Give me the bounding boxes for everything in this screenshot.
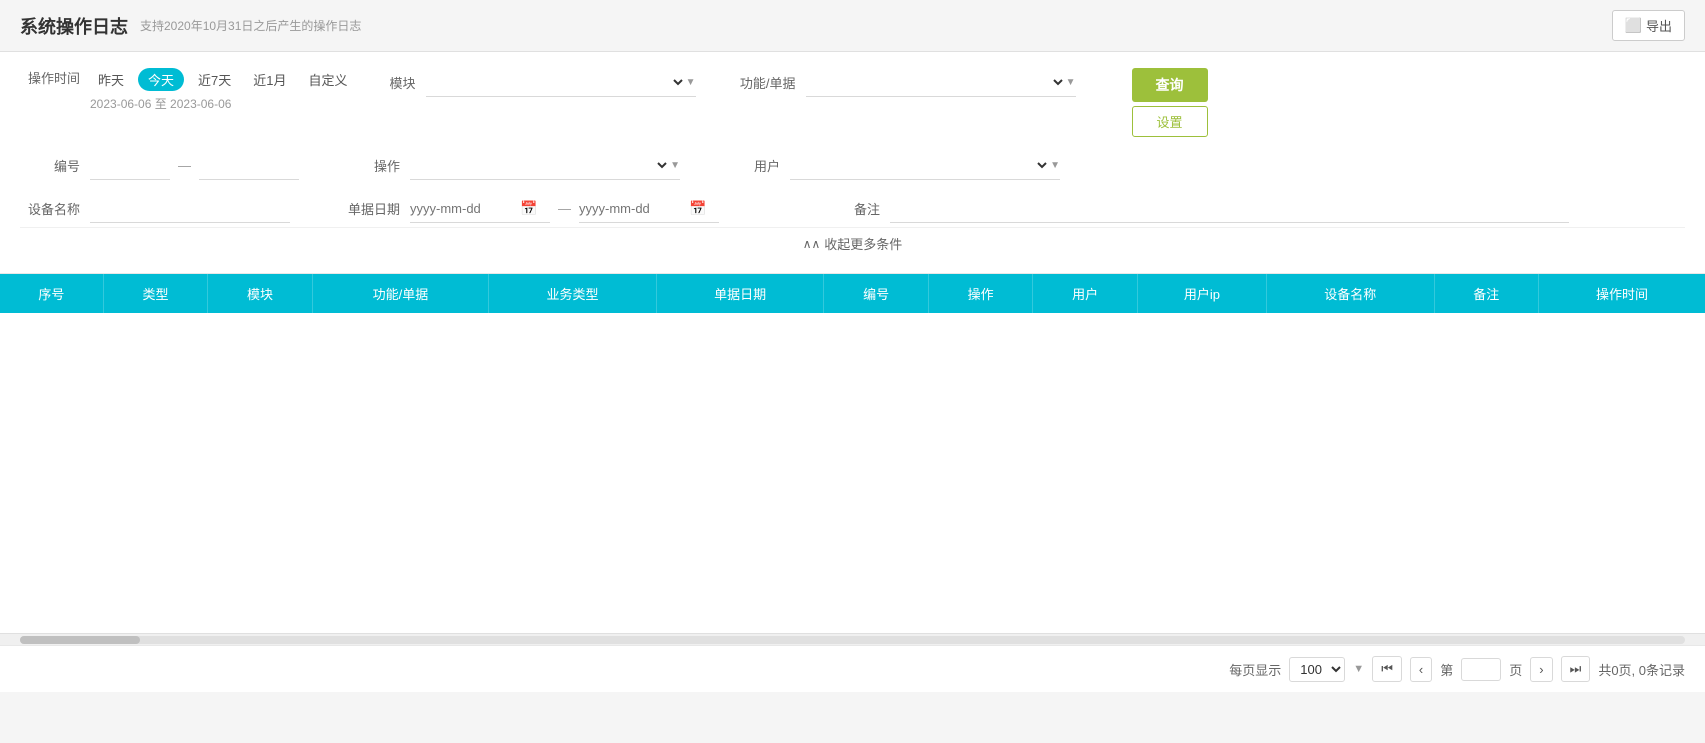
date-from-input[interactable] — [410, 194, 520, 222]
col-seq: 序号 — [0, 274, 103, 313]
remark-label: 备注 — [820, 199, 890, 218]
action-buttons: 查询 设置 — [1132, 68, 1208, 137]
remark-input[interactable] — [890, 195, 1569, 223]
number-dash: — — [178, 158, 191, 173]
time-btn-today[interactable]: 今天 — [138, 68, 184, 91]
date-range-text: 2023-06-06 至 2023-06-06 — [90, 95, 356, 112]
col-biz-type: 业务类型 — [489, 274, 657, 313]
function-chevron-icon: ▼ — [1066, 77, 1076, 88]
filter-area: 操作时间 昨天 今天 近7天 近1月 自定义 2023-06-06 至 2023… — [0, 52, 1705, 274]
col-function: 功能/单据 — [312, 274, 488, 313]
table-header: 序号 类型 模块 功能/单据 业务类型 单据日期 编号 操作 用户 用户ip 设… — [0, 274, 1705, 313]
time-btn-yesterday[interactable]: 昨天 — [90, 68, 132, 91]
date-from-wrapper: 📅 — [410, 194, 550, 223]
date-to-wrapper: 📅 — [579, 194, 719, 223]
number-to-input[interactable] — [199, 152, 299, 180]
col-user-ip: 用户ip — [1137, 274, 1266, 313]
page-footer: 每页显示 100 50 200 ▼ ⏮ ‹ 第 1 页 › ⏭ 共0页, 0条记… — [0, 645, 1705, 692]
calendar-from-icon[interactable]: 📅 — [520, 200, 537, 217]
col-device: 设备名称 — [1266, 274, 1434, 313]
settings-button[interactable]: 设置 — [1132, 106, 1208, 137]
page-unit: 页 — [1509, 660, 1522, 679]
module-label: 模块 — [356, 73, 426, 92]
function-label: 功能/单据 — [736, 73, 806, 92]
col-module: 模块 — [208, 274, 312, 313]
export-label: 导出 — [1646, 16, 1672, 35]
data-table: 序号 类型 模块 功能/单据 业务类型 单据日期 编号 操作 用户 用户ip 设… — [0, 274, 1705, 313]
device-label: 设备名称 — [20, 199, 90, 218]
time-filter: 昨天 今天 近7天 近1月 自定义 2023-06-06 至 2023-06-0… — [90, 68, 356, 112]
col-op-time: 操作时间 — [1539, 274, 1705, 313]
time-btn-1month[interactable]: 近1月 — [245, 68, 294, 91]
col-voucher-date: 单据日期 — [656, 274, 824, 313]
scrollbar-track — [20, 636, 1685, 644]
number-from-input[interactable] — [90, 152, 170, 180]
user-label: 用户 — [720, 156, 790, 175]
page-subtitle: 支持2020年10月31日之后产生的操作日志 — [140, 17, 361, 34]
function-select[interactable] — [806, 68, 1066, 96]
page-size-select[interactable]: 100 50 200 — [1289, 657, 1345, 682]
next-page-button[interactable]: › — [1530, 657, 1552, 682]
empty-area — [0, 313, 1705, 633]
total-info: 共0页, 0条记录 — [1598, 660, 1685, 679]
col-user: 用户 — [1033, 274, 1137, 313]
page-title: 系统操作日志 — [20, 13, 128, 39]
col-type: 类型 — [103, 274, 207, 313]
col-number: 编号 — [824, 274, 928, 313]
operation-select[interactable] — [410, 151, 670, 179]
chevron-page-size-icon: ▼ — [1353, 663, 1364, 675]
function-select-wrapper: ▼ — [806, 68, 1076, 97]
time-label: 操作时间 — [20, 68, 90, 87]
operation-chevron-icon: ▼ — [670, 160, 680, 171]
col-operation: 操作 — [928, 274, 1032, 313]
page-number-input[interactable]: 1 — [1461, 658, 1501, 681]
module-select-wrapper: ▼ — [426, 68, 696, 97]
operation-label: 操作 — [340, 156, 410, 175]
user-select[interactable] — [790, 151, 1050, 179]
device-input[interactable] — [90, 195, 290, 223]
per-page-label: 每页显示 — [1229, 660, 1281, 679]
scrollbar-thumb[interactable] — [20, 636, 140, 644]
user-select-wrapper: ▼ — [790, 151, 1060, 180]
user-chevron-icon: ▼ — [1050, 160, 1060, 171]
collapse-label: 收起更多条件 — [824, 234, 902, 253]
last-page-button[interactable]: ⏭ — [1561, 656, 1591, 682]
module-chevron-icon: ▼ — [686, 77, 696, 88]
date-to-input[interactable] — [579, 194, 689, 222]
time-btn-7days[interactable]: 近7天 — [190, 68, 239, 91]
first-page-button[interactable]: ⏮ — [1372, 656, 1402, 682]
prev-page-button[interactable]: ‹ — [1410, 657, 1432, 682]
query-button[interactable]: 查询 — [1132, 68, 1208, 102]
collapse-bar[interactable]: ∧∧ 收起更多条件 — [20, 227, 1685, 257]
module-select[interactable] — [426, 68, 686, 96]
collapse-icon: ∧∧ — [803, 237, 821, 251]
date-dash: — — [558, 201, 571, 216]
table-area: 序号 类型 模块 功能/单据 业务类型 单据日期 编号 操作 用户 用户ip 设… — [0, 274, 1705, 633]
page-label: 第 — [1440, 660, 1453, 679]
calendar-to-icon[interactable]: 📅 — [689, 200, 706, 217]
operation-select-wrapper: ▼ — [410, 151, 680, 180]
page-header: 系统操作日志 支持2020年10月31日之后产生的操作日志 ⬜ 导出 — [0, 0, 1705, 52]
time-btn-custom[interactable]: 自定义 — [301, 68, 356, 91]
scrollbar-area — [0, 633, 1705, 645]
export-icon: ⬜ — [1625, 17, 1642, 34]
export-button[interactable]: ⬜ 导出 — [1612, 10, 1685, 41]
col-remark: 备注 — [1434, 274, 1538, 313]
number-label: 编号 — [20, 156, 90, 175]
voucher-date-label: 单据日期 — [340, 199, 410, 218]
